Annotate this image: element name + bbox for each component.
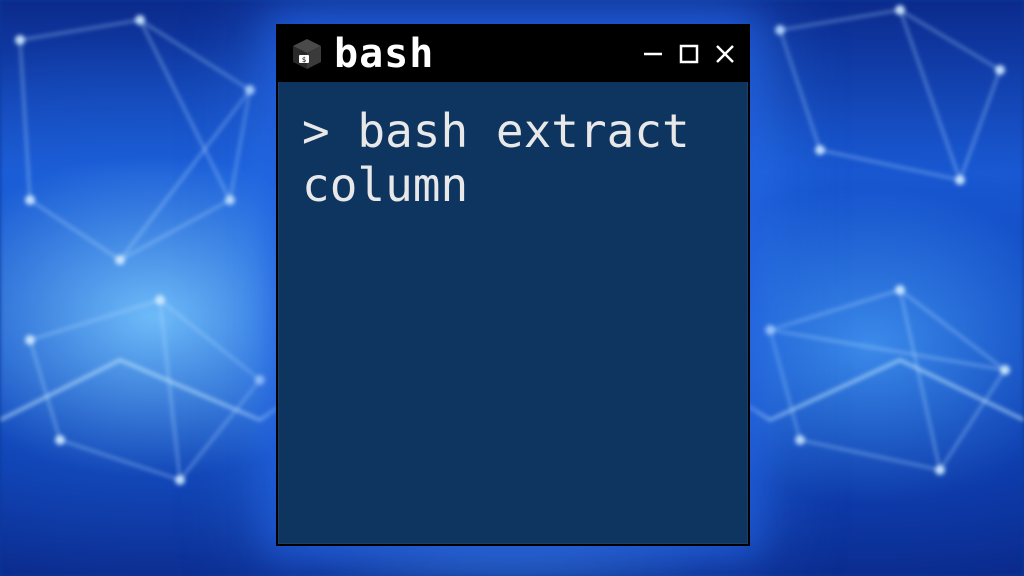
terminal-body[interactable]: > bash extract column — [278, 82, 748, 544]
close-icon — [714, 43, 736, 65]
titlebar[interactable]: $ bash — [278, 26, 748, 82]
prompt-symbol: > — [302, 104, 330, 158]
window-title: bash — [334, 31, 434, 77]
maximize-icon — [678, 43, 700, 65]
bash-cube-icon: $ — [290, 37, 324, 71]
maximize-button[interactable] — [678, 43, 700, 65]
terminal-window: $ bash > bash extract column — [276, 24, 750, 546]
minimize-icon — [642, 43, 664, 65]
minimize-button[interactable] — [642, 43, 664, 65]
window-controls — [642, 43, 736, 65]
command-text: bash extract column — [302, 104, 717, 212]
svg-text:$: $ — [302, 56, 306, 64]
close-button[interactable] — [714, 43, 736, 65]
